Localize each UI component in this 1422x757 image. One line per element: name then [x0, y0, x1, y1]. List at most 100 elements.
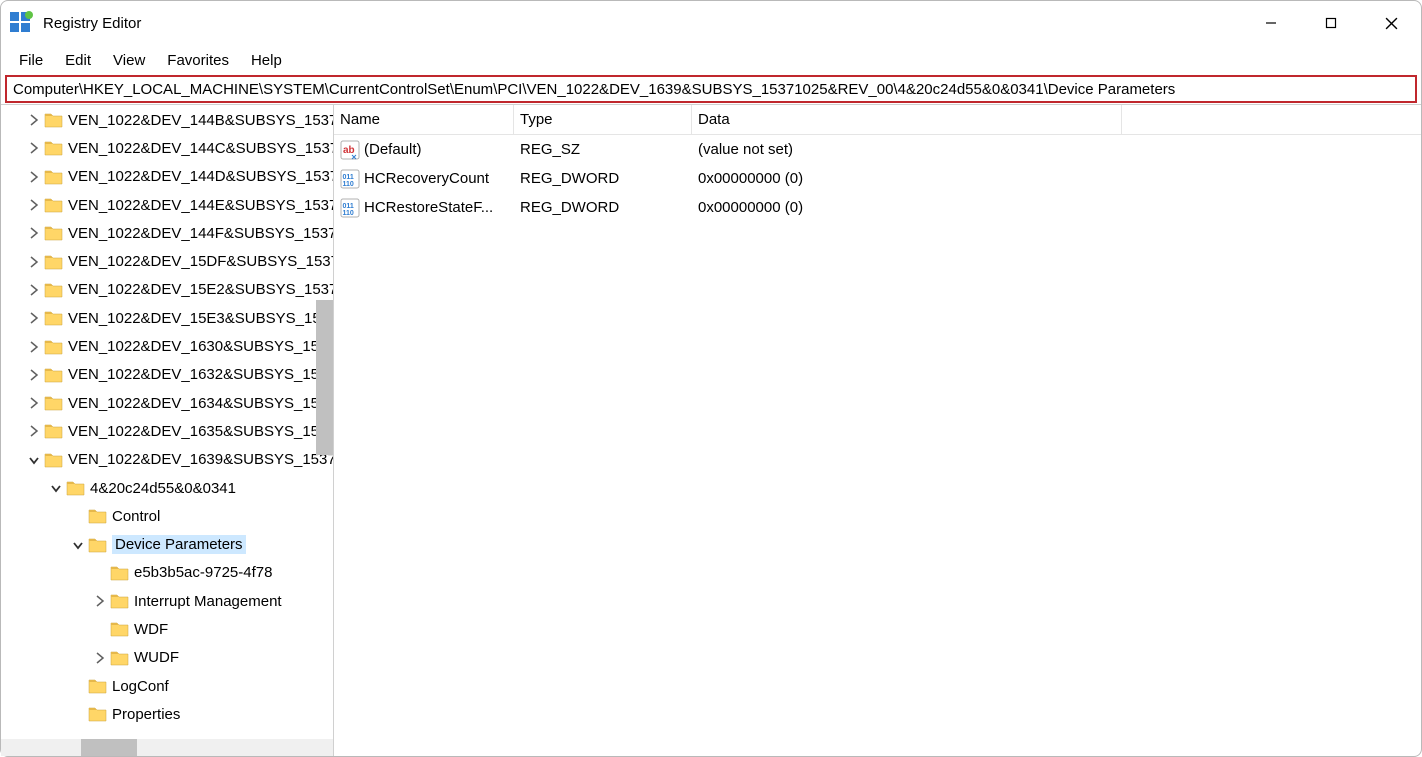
tree-item[interactable]: WDF: [1, 615, 333, 643]
tree-item-label: WUDF: [134, 649, 179, 666]
chevron-right-icon[interactable]: [26, 339, 42, 355]
value-type: REG_DWORD: [514, 199, 692, 216]
chevron-right-icon[interactable]: [26, 423, 42, 439]
tree-item[interactable]: Control: [1, 502, 333, 530]
chevron-right-icon[interactable]: [26, 225, 42, 241]
tree-item-label: 4&20c24d55&0&0341: [90, 480, 236, 497]
tree-item[interactable]: VEN_1022&DEV_144E&SUBSYS_15371025&REV_00: [1, 191, 333, 219]
chevron-right-icon[interactable]: [26, 254, 42, 270]
tree-item[interactable]: Device Parameters: [1, 530, 333, 558]
chevron-down-icon[interactable]: [70, 537, 86, 553]
chevron-down-icon[interactable]: [48, 480, 64, 496]
dword-value-icon: [340, 169, 360, 189]
folder-icon: [44, 196, 64, 214]
tree-item-label: LogConf: [112, 678, 169, 695]
tree-item[interactable]: VEN_1022&DEV_144F&SUBSYS_15371025&REV_00: [1, 219, 333, 247]
column-header-name[interactable]: Name: [334, 105, 514, 134]
menu-favorites[interactable]: Favorites: [157, 50, 239, 71]
menubar: File Edit View Favorites Help: [1, 45, 1421, 75]
tree-item-label: Control: [112, 508, 160, 525]
address-bar[interactable]: Computer\HKEY_LOCAL_MACHINE\SYSTEM\Curre…: [5, 75, 1417, 103]
tree-item-label: Properties: [112, 706, 180, 723]
value-name: (Default): [364, 141, 422, 158]
tree-item[interactable]: VEN_1022&DEV_144D&SUBSYS_15371025&REV_00: [1, 163, 333, 191]
tree-item[interactable]: VEN_1022&DEV_15E2&SUBSYS_15371025&REV_00: [1, 276, 333, 304]
maximize-button[interactable]: [1301, 1, 1361, 45]
string-value-icon: [340, 140, 360, 160]
folder-icon: [66, 479, 86, 497]
dword-value-icon: [340, 198, 360, 218]
tree-item-label: VEN_1022&DEV_1632&SUBSYS_15371025&REV_00: [68, 366, 333, 383]
tree-item[interactable]: Interrupt Management: [1, 587, 333, 615]
tree-vertical-scrollbar[interactable]: [316, 105, 333, 739]
tree-item[interactable]: VEN_1022&DEV_1632&SUBSYS_15371025&REV_00: [1, 361, 333, 389]
tree-item-label: VEN_1022&DEV_144D&SUBSYS_15371025&REV_00: [68, 168, 333, 185]
tree-item[interactable]: VEN_1022&DEV_15DF&SUBSYS_15371025&REV_00: [1, 247, 333, 275]
folder-icon: [110, 620, 130, 638]
tree-pane: VEN_1022&DEV_144B&SUBSYS_15371025&REV_00…: [1, 105, 334, 756]
chevron-right-icon[interactable]: [92, 650, 108, 666]
tree-item-label: VEN_1022&DEV_15DF&SUBSYS_15371025&REV_00: [68, 253, 333, 270]
window-title: Registry Editor: [43, 15, 141, 32]
chevron-right-icon[interactable]: [26, 169, 42, 185]
chevron-right-icon[interactable]: [26, 112, 42, 128]
chevron-right-icon[interactable]: [26, 367, 42, 383]
close-button[interactable]: [1361, 1, 1421, 45]
folder-icon: [44, 451, 64, 469]
tree-item-label: VEN_1022&DEV_1634&SUBSYS_15371025&REV_00: [68, 395, 333, 412]
column-header-data[interactable]: Data: [692, 105, 1122, 134]
value-type: REG_DWORD: [514, 170, 692, 187]
tree-item-label: VEN_1022&DEV_15E2&SUBSYS_15371025&REV_00: [68, 281, 333, 298]
value-row[interactable]: (Default) REG_SZ(value not set): [334, 135, 1421, 164]
tree-item[interactable]: LogConf: [1, 672, 333, 700]
chevron-down-icon[interactable]: [26, 452, 42, 468]
tree-item-label: VEN_1022&DEV_15E3&SUBSYS_15371025&REV_00: [68, 310, 333, 327]
folder-icon: [44, 338, 64, 356]
tree-item[interactable]: VEN_1022&DEV_144C&SUBSYS_15371025&REV_00: [1, 134, 333, 162]
column-header-type[interactable]: Type: [514, 105, 692, 134]
value-data: 0x00000000 (0): [692, 199, 1421, 216]
tree-item[interactable]: WUDF: [1, 644, 333, 672]
chevron-right-icon[interactable]: [26, 310, 42, 326]
folder-icon: [44, 139, 64, 157]
value-data: (value not set): [692, 141, 1421, 158]
folder-icon: [44, 281, 64, 299]
folder-icon: [44, 111, 64, 129]
folder-icon: [110, 564, 130, 582]
tree-item[interactable]: VEN_1022&DEV_144B&SUBSYS_15371025&REV_00: [1, 106, 333, 134]
tree-item[interactable]: VEN_1022&DEV_1634&SUBSYS_15371025&REV_00: [1, 389, 333, 417]
value-row[interactable]: HCRestoreStateF...REG_DWORD0x00000000 (0…: [334, 193, 1421, 222]
value-row[interactable]: HCRecoveryCountREG_DWORD0x00000000 (0): [334, 164, 1421, 193]
tree-item-label: WDF: [134, 621, 168, 638]
menu-view[interactable]: View: [103, 50, 155, 71]
menu-edit[interactable]: Edit: [55, 50, 101, 71]
tree-item-label: VEN_1022&DEV_144C&SUBSYS_15371025&REV_00: [68, 140, 333, 157]
tree-item[interactable]: VEN_1022&DEV_15E3&SUBSYS_15371025&REV_00: [1, 304, 333, 332]
titlebar[interactable]: Registry Editor: [1, 1, 1421, 45]
chevron-right-icon[interactable]: [26, 282, 42, 298]
tree-horizontal-scrollbar[interactable]: [1, 739, 333, 756]
tree-item[interactable]: 4&20c24d55&0&0341: [1, 474, 333, 502]
tree-item[interactable]: VEN_1022&DEV_1639&SUBSYS_15371025&REV_00: [1, 446, 333, 474]
chevron-right-icon[interactable]: [26, 140, 42, 156]
tree-item[interactable]: e5b3b5ac-9725-4f78: [1, 559, 333, 587]
folder-icon: [44, 253, 64, 271]
tree-item[interactable]: VEN_1022&DEV_1635&SUBSYS_15371025&REV_00: [1, 417, 333, 445]
list-header: Name Type Data: [334, 105, 1421, 135]
tree-item-label: e5b3b5ac-9725-4f78: [134, 564, 272, 581]
menu-help[interactable]: Help: [241, 50, 292, 71]
folder-icon: [44, 394, 64, 412]
tree-item-label: Device Parameters: [112, 535, 246, 554]
value-name: HCRecoveryCount: [364, 170, 489, 187]
minimize-button[interactable]: [1241, 1, 1301, 45]
tree-item[interactable]: VEN_1022&DEV_1630&SUBSYS_15371025&REV_00: [1, 332, 333, 360]
menu-file[interactable]: File: [9, 50, 53, 71]
tree-item[interactable]: Properties: [1, 700, 333, 728]
folder-icon: [88, 705, 108, 723]
chevron-right-icon[interactable]: [26, 197, 42, 213]
folder-icon: [88, 677, 108, 695]
value-type: REG_SZ: [514, 141, 692, 158]
chevron-right-icon[interactable]: [26, 395, 42, 411]
window: Registry Editor File Edit View Favorites…: [0, 0, 1422, 757]
chevron-right-icon[interactable]: [92, 593, 108, 609]
